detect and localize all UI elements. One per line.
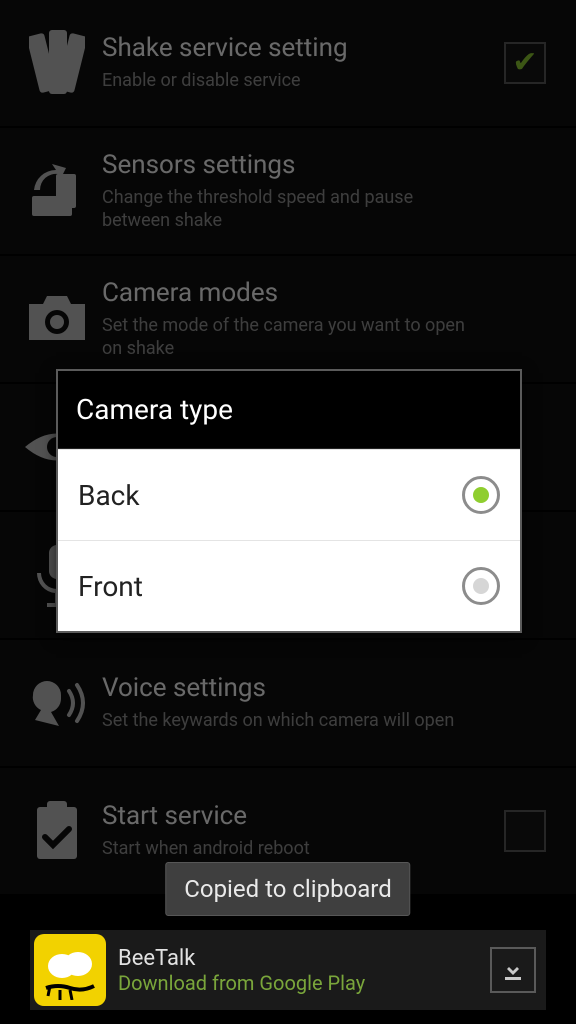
radio-dot-icon <box>473 487 489 503</box>
ad-app-icon <box>34 934 106 1006</box>
radio-back[interactable] <box>462 476 500 514</box>
download-icon <box>502 959 524 981</box>
option-label: Back <box>78 479 462 512</box>
radio-front[interactable] <box>462 567 500 605</box>
toast-copied: Copied to clipboard <box>165 862 410 916</box>
ad-subtitle: Download from Google Play <box>118 971 490 995</box>
download-button[interactable] <box>490 947 536 993</box>
option-label: Front <box>78 570 462 603</box>
option-back[interactable]: Back <box>58 449 520 540</box>
dialog-camera-type: Camera type Back Front <box>56 369 522 633</box>
radio-dot-icon <box>473 578 489 594</box>
ad-banner[interactable]: BeeTalk Download from Google Play <box>30 930 546 1010</box>
dialog-title: Camera type <box>58 371 520 449</box>
ad-title: BeeTalk <box>118 946 490 971</box>
option-front[interactable]: Front <box>58 540 520 631</box>
